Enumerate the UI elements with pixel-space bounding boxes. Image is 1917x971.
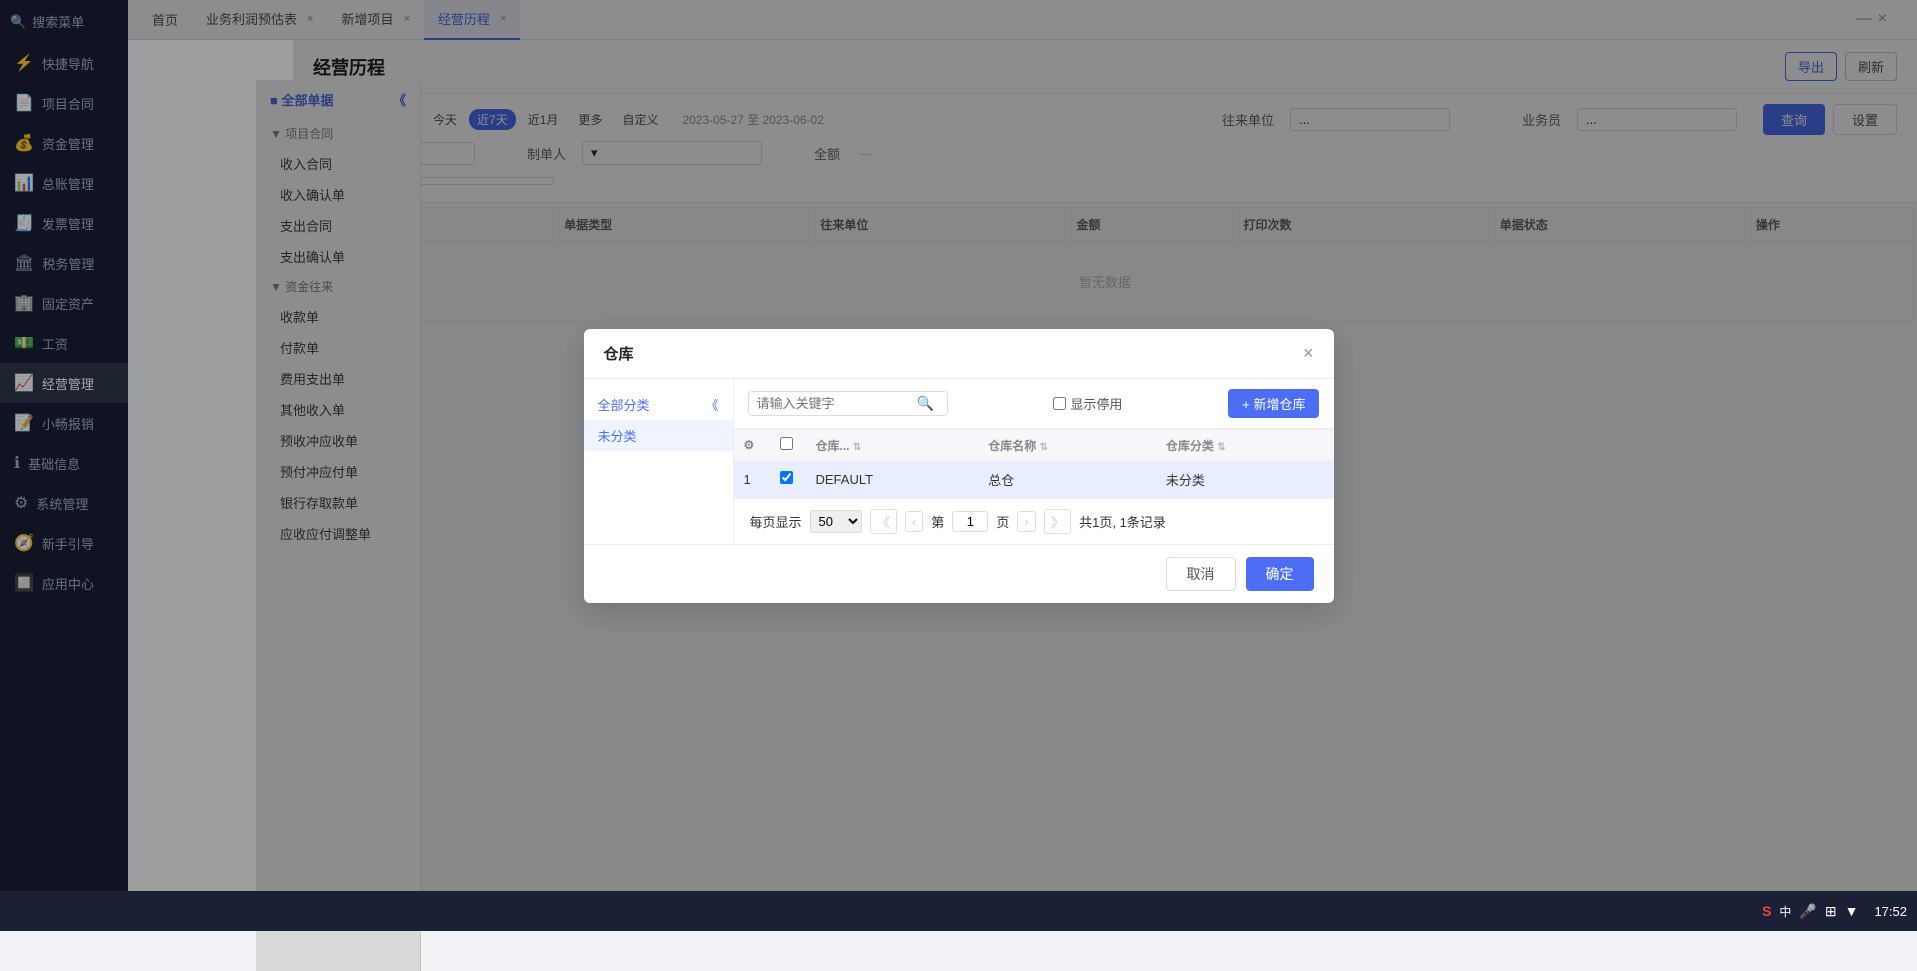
sort-icon-category: ⇅ <box>1217 442 1225 453</box>
modal-search-input[interactable] <box>757 396 917 411</box>
cancel-button[interactable]: 取消 <box>1166 557 1236 591</box>
row-num: 1 <box>734 461 770 497</box>
modal-title: 仓库 <box>604 343 634 364</box>
modal-close-button[interactable]: × <box>1303 343 1314 364</box>
modal-col-name: 仓库名称 ⇅ <box>978 429 1156 461</box>
taskbar: S 中 🎤 ⊞ ▼ 17:52 <box>0 891 1917 931</box>
confirm-button[interactable]: 确定 <box>1246 557 1314 591</box>
pagination-controls: 每页显示 50 100 《 ‹ 第 页 › 》 共1页, 1条记录 <box>750 509 1166 534</box>
taskbar-icon-zh: 中 <box>1779 903 1791 920</box>
modal-page-suffix: 页 <box>996 512 1009 531</box>
add-warehouse-button[interactable]: + 新增仓库 <box>1228 389 1319 418</box>
show-disabled-label: 显示停用 <box>1070 394 1122 413</box>
modal-col-settings: ⚙ <box>734 429 770 461</box>
row-select-checkbox[interactable] <box>780 471 793 484</box>
first-page-btn[interactable]: 《 <box>870 509 897 534</box>
taskbar-icons: S 中 🎤 ⊞ ▼ <box>1762 903 1858 920</box>
modal-left-item-unclassified[interactable]: 未分类 <box>584 420 733 451</box>
row-name: 总仓 <box>978 461 1156 497</box>
taskbar-grid-icon[interactable]: ⊞ <box>1825 903 1837 920</box>
modal-action-footer: 取消 确定 <box>584 544 1334 603</box>
modal-page-input[interactable] <box>952 511 988 532</box>
row-category: 未分类 <box>1156 461 1334 497</box>
last-page-btn[interactable]: 》 <box>1044 509 1071 534</box>
modal-left-scroll: 未分类 <box>584 420 733 534</box>
modal-left-all-label: 全部分类 <box>598 395 650 414</box>
settings-gear-icon[interactable]: ⚙ <box>744 438 755 452</box>
next-page-btn[interactable]: › <box>1017 511 1035 532</box>
modal-search-icon: 🔍 <box>917 395 934 412</box>
modal-overlay: 仓库 × 全部分类 《 未分类 <box>0 0 1917 931</box>
row-checkbox <box>770 461 806 497</box>
modal-total: 共1页, 1条记录 <box>1079 512 1166 531</box>
modal-col-checkbox <box>770 429 806 461</box>
add-warehouse-label: + 新增仓库 <box>1242 394 1305 413</box>
taskbar-icon-s: S <box>1762 903 1771 919</box>
sort-icon-code: ⇅ <box>853 442 861 453</box>
modal-toolbar: 🔍 显示停用 + 新增仓库 <box>734 379 1334 429</box>
modal-left-panel: 全部分类 《 未分类 <box>584 379 734 544</box>
taskbar-time: 17:52 <box>1874 904 1907 919</box>
modal-per-page-label: 每页显示 <box>750 512 802 531</box>
modal-col-code: 仓库... ⇅ <box>806 429 979 461</box>
modal-col-category: 仓库分类 ⇅ <box>1156 429 1334 461</box>
modal-table: ⚙ 仓库... ⇅ 仓库名称 ⇅ <box>734 429 1334 498</box>
modal-per-page-select[interactable]: 50 100 <box>810 510 862 533</box>
row-code: DEFAULT <box>806 461 979 497</box>
show-disabled-checkbox[interactable] <box>1053 397 1066 410</box>
modal-left-header[interactable]: 全部分类 《 <box>584 389 733 420</box>
taskbar-mic-icon[interactable]: 🎤 <box>1799 903 1816 920</box>
sort-icon-name: ⇅ <box>1040 442 1048 453</box>
modal-pagination: 每页显示 50 100 《 ‹ 第 页 › 》 共1页, 1条记录 <box>734 498 1334 544</box>
modal-show-disabled-wrap: 显示停用 <box>1053 394 1122 413</box>
modal-table-wrap: ⚙ 仓库... ⇅ 仓库名称 ⇅ <box>734 429 1334 498</box>
warehouse-modal: 仓库 × 全部分类 《 未分类 <box>584 329 1334 603</box>
modal-left-collapse-icon[interactable]: 《 <box>705 395 718 414</box>
modal-body: 全部分类 《 未分类 🔍 <box>584 379 1334 544</box>
prev-page-btn[interactable]: ‹ <box>905 511 923 532</box>
taskbar-filter-icon[interactable]: ▼ <box>1845 903 1859 919</box>
table-row[interactable]: 1 DEFAULT 总仓 未分类 <box>734 461 1334 497</box>
modal-header: 仓库 × <box>584 329 1334 379</box>
select-all-checkbox[interactable] <box>780 437 793 450</box>
modal-page-label: 第 <box>931 512 944 531</box>
modal-search-wrap: 🔍 <box>748 391 948 416</box>
modal-right-panel: 🔍 显示停用 + 新增仓库 <box>734 379 1334 544</box>
